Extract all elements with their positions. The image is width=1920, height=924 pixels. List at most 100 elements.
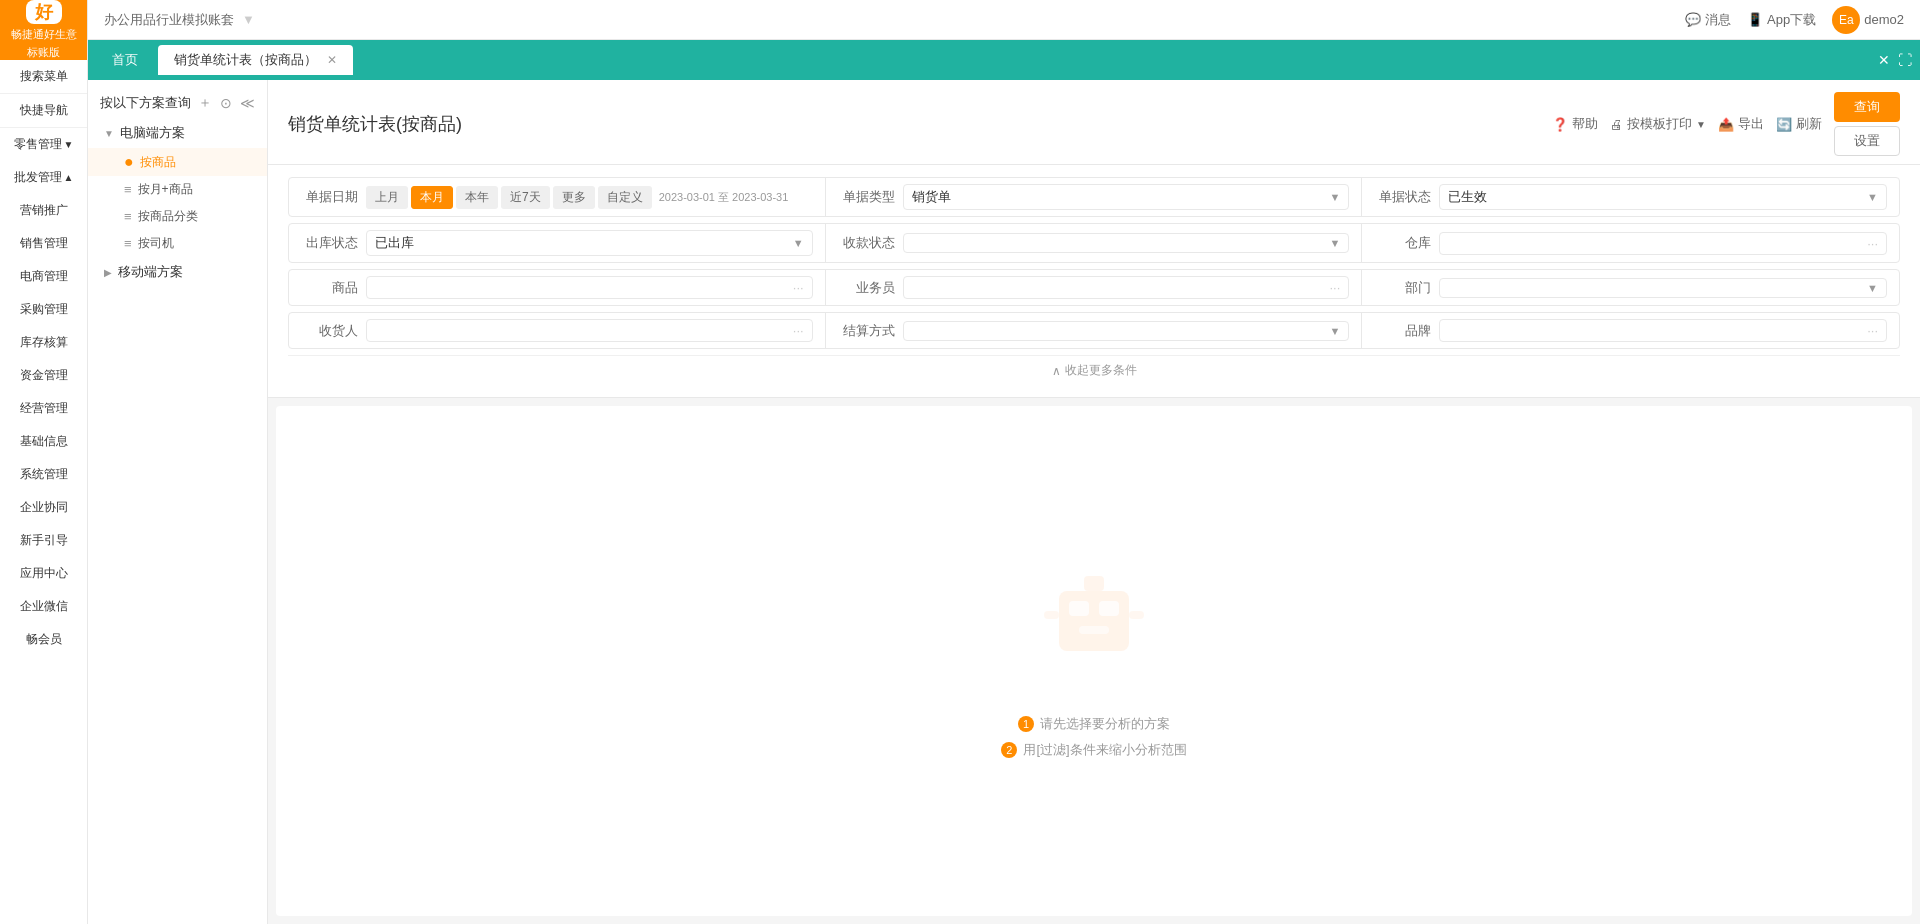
- doc-status-label: 单据状态: [1374, 188, 1439, 206]
- recipient-dots: ···: [793, 323, 804, 338]
- left-panel-title: 按以下方案查询: [100, 94, 191, 112]
- tree-item-by-month-product[interactable]: ≡ 按月+商品: [88, 176, 267, 203]
- main-area: 办公用品行业模拟账套 ▼ 💬 消息 📱 App下载 Ea demo2 首页 销货…: [88, 0, 1920, 924]
- sidebar-item-basic[interactable]: 基础信息: [0, 425, 87, 458]
- sidebar-item-system[interactable]: 系统管理: [0, 458, 87, 491]
- doc-status-select[interactable]: 已生效 ▼: [1439, 184, 1887, 210]
- date-btn-last-month[interactable]: 上月: [366, 186, 408, 209]
- query-button[interactable]: 查询: [1834, 92, 1900, 122]
- export-label: 导出: [1738, 115, 1764, 133]
- doc-type-arrow: ▼: [1329, 191, 1340, 203]
- topbar-right: 💬 消息 📱 App下载 Ea demo2: [1685, 6, 1904, 34]
- date-btn-more[interactable]: 更多: [553, 186, 595, 209]
- maximize-window-icon[interactable]: ⛶: [1898, 52, 1912, 68]
- tab-close-btn[interactable]: ✕: [327, 53, 337, 67]
- date-btn-this-year[interactable]: 本年: [456, 186, 498, 209]
- sidebar-item-sales[interactable]: 销售管理: [0, 227, 87, 260]
- tree-arrow-desktop: ▼: [104, 128, 114, 139]
- content-area: 按以下方案查询 ＋ ⊙ ≪ ▼ 电脑端方案 ● 按商品 ≡ 按月+商品 ≡: [88, 80, 1920, 924]
- salesperson-select[interactable]: ···: [903, 276, 1350, 299]
- sidebar-item-apps[interactable]: 应用中心: [0, 557, 87, 590]
- settings-button[interactable]: 设置: [1834, 126, 1900, 156]
- svg-rect-3: [1079, 626, 1109, 634]
- tree-arrow-mobile: ▶: [104, 267, 112, 278]
- refresh-icon: 🔄: [1776, 117, 1792, 132]
- payment-status-select[interactable]: ▼: [903, 233, 1350, 253]
- right-panel: 销货单统计表(按商品) ❓ 帮助 🖨 按模板打印 ▼ 📤: [268, 80, 1920, 924]
- sidebar-item-guide[interactable]: 新手引导: [0, 524, 87, 557]
- page-title: 销货单统计表(按商品): [288, 112, 462, 136]
- tree-item-by-product[interactable]: ● 按商品: [88, 148, 267, 176]
- logo-text: 畅捷通好生意: [11, 27, 77, 42]
- sidebar-item-operation[interactable]: 经营管理: [0, 392, 87, 425]
- tree-item-cashier-label: 按司机: [138, 235, 174, 252]
- app-download-btn[interactable]: 📱 App下载: [1747, 11, 1816, 29]
- tab-report[interactable]: 销货单统计表（按商品） ✕: [158, 45, 353, 75]
- tree-group-mobile-label: 移动端方案: [118, 263, 183, 281]
- settlement-select[interactable]: ▼: [903, 321, 1350, 341]
- date-btn-this-month[interactable]: 本月: [411, 186, 453, 209]
- warehouse-status-cell: 出库状态 已出库 ▼: [289, 224, 826, 262]
- add-scheme-btn[interactable]: ＋: [198, 94, 212, 112]
- department-select[interactable]: ▼: [1439, 278, 1887, 298]
- refresh-btn[interactable]: 🔄 刷新: [1776, 115, 1822, 133]
- date-btn-7days[interactable]: 近7天: [501, 186, 550, 209]
- settlement-cell: 结算方式 ▼: [826, 313, 1363, 348]
- refresh-label: 刷新: [1796, 115, 1822, 133]
- sidebar-item-wholesale[interactable]: 批发管理 ▲: [0, 161, 87, 194]
- warehouse-cell: 仓库 ···: [1362, 224, 1899, 262]
- sidebar-item-member[interactable]: 畅会员: [0, 623, 87, 656]
- tab-home[interactable]: 首页: [96, 45, 154, 75]
- sidebar-item-ecommerce[interactable]: 电商管理: [0, 260, 87, 293]
- product-select[interactable]: ···: [366, 276, 813, 299]
- print-icon: 🖨: [1610, 117, 1623, 132]
- app-logo[interactable]: 好 畅捷通好生意 标账版: [0, 0, 87, 60]
- settlement-arrow: ▼: [1329, 325, 1340, 337]
- date-btn-custom[interactable]: 自定义: [598, 186, 652, 209]
- sidebar-item-wechat[interactable]: 企业微信: [0, 590, 87, 623]
- help-btn[interactable]: ❓ 帮助: [1552, 115, 1598, 133]
- topbar: 办公用品行业模拟账套 ▼ 💬 消息 📱 App下载 Ea demo2: [88, 0, 1920, 40]
- step2-num: 2: [1001, 742, 1017, 758]
- step1-text: 请先选择要分析的方案: [1040, 715, 1170, 733]
- sidebar-item-inventory[interactable]: 库存核算: [0, 326, 87, 359]
- collapse-filter-btn[interactable]: ∧ 收起更多条件: [288, 355, 1900, 385]
- sidebar-item-finance[interactable]: 资金管理: [0, 359, 87, 392]
- brand-dots: ···: [1867, 323, 1878, 338]
- department-arrow: ▼: [1867, 282, 1878, 294]
- sidebar-item-retail[interactable]: 零售管理 ▼: [0, 128, 87, 161]
- print-btn[interactable]: 🖨 按模板打印 ▼: [1610, 115, 1706, 133]
- brand-select[interactable]: ···: [1439, 319, 1887, 342]
- sidebar-item-cooperation[interactable]: 企业协同: [0, 491, 87, 524]
- close-window-icon[interactable]: ✕: [1878, 52, 1890, 68]
- avatar: Ea: [1832, 6, 1860, 34]
- collapse-panel-btn[interactable]: ≪: [240, 95, 255, 111]
- warehouse-select[interactable]: ···: [1439, 232, 1887, 255]
- tree-item-by-cashier[interactable]: ≡ 按司机: [88, 230, 267, 257]
- settlement-label: 结算方式: [838, 322, 903, 340]
- empty-state: 1 请先选择要分析的方案 2 用[过滤]条件来缩小分析范围: [276, 406, 1912, 916]
- recipient-label: 收货人: [301, 322, 366, 340]
- doc-type-select[interactable]: 销货单 ▼: [903, 184, 1350, 210]
- left-panel-icons: ＋ ⊙ ≪: [198, 94, 255, 112]
- quick-nav[interactable]: 快捷导航: [0, 94, 87, 128]
- tree-group-mobile[interactable]: ▶ 移动端方案: [88, 257, 267, 287]
- export-btn[interactable]: 📤 导出: [1718, 115, 1764, 133]
- tree-group-desktop[interactable]: ▼ 电脑端方案: [88, 118, 267, 148]
- doc-status-filter-cell: 单据状态 已生效 ▼: [1362, 178, 1899, 216]
- edit-scheme-btn[interactable]: ⊙: [220, 95, 232, 111]
- message-btn[interactable]: 💬 消息: [1685, 11, 1731, 29]
- warehouse-label: 仓库: [1374, 234, 1439, 252]
- recipient-select[interactable]: ···: [366, 319, 813, 342]
- warehouse-status-select[interactable]: 已出库 ▼: [366, 230, 813, 256]
- search-menu[interactable]: 搜索菜单: [0, 60, 87, 94]
- tree-item-by-category[interactable]: ≡ 按商品分类: [88, 203, 267, 230]
- tree-item-category-label: 按商品分类: [138, 208, 198, 225]
- doc-status-value: 已生效: [1448, 188, 1487, 206]
- tree-item-by-product-label: 按商品: [140, 154, 176, 171]
- user-avatar-btn[interactable]: Ea demo2: [1832, 6, 1904, 34]
- step2-text: 用[过滤]条件来缩小分析范围: [1023, 741, 1186, 759]
- sidebar-item-marketing[interactable]: 营销推广: [0, 194, 87, 227]
- logo-subtext: 标账版: [27, 45, 60, 60]
- sidebar-item-purchase[interactable]: 采购管理: [0, 293, 87, 326]
